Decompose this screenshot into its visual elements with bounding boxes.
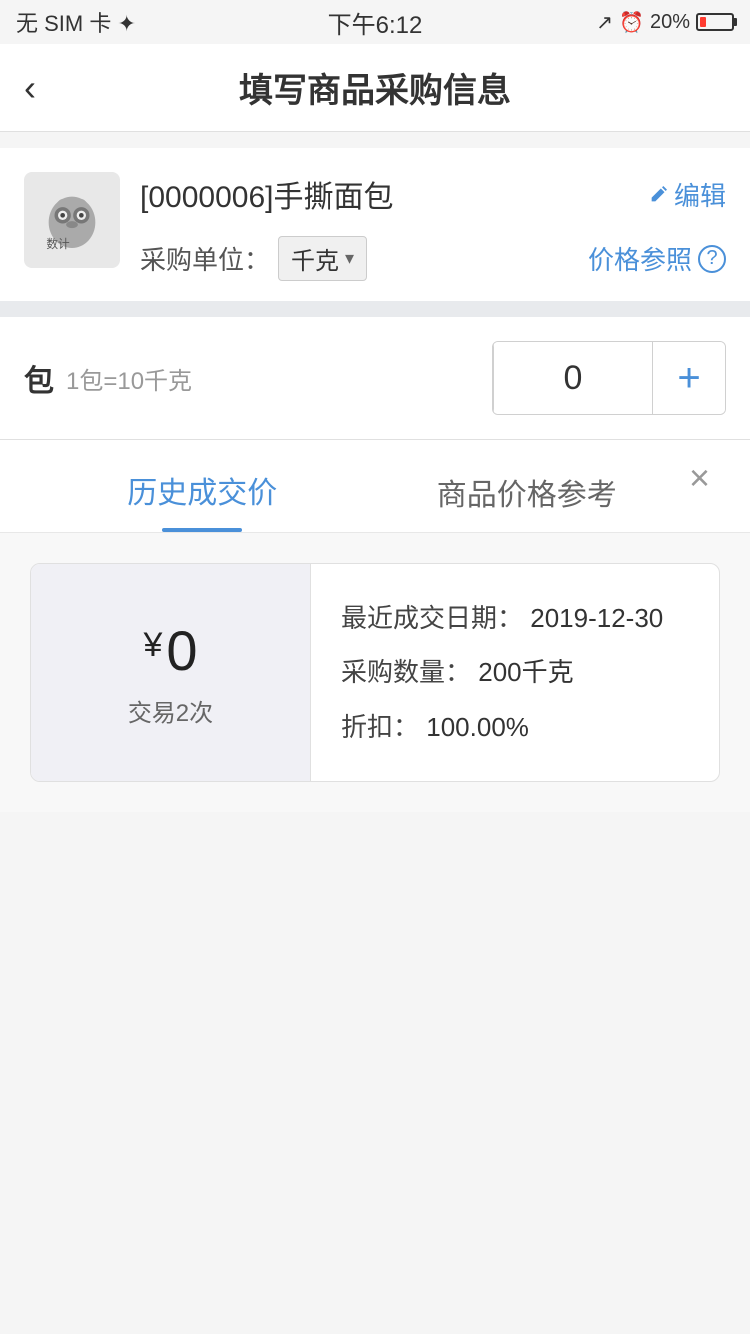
product-name: [0000006]手撕面包 — [140, 172, 393, 216]
price-info-section: ¥ 0 交易2次 最近成交日期： 2019-12-30 采购数量： 200千克 … — [0, 533, 750, 812]
quantity-row: 包 1包=10千克 + — [0, 317, 750, 439]
dropdown-arrow-icon: ▾ — [345, 248, 354, 269]
battery-icon — [696, 13, 734, 31]
quantity-input-group: + — [492, 341, 726, 415]
recent-date-label: 最近成交日期： — [341, 603, 523, 633]
edit-button[interactable]: 编辑 — [648, 176, 726, 213]
tab-history-price[interactable]: 历史成交价 — [40, 440, 364, 532]
owl-logo: 数计 — [37, 185, 107, 255]
price-card: ¥ 0 交易2次 最近成交日期： 2019-12-30 采购数量： 200千克 … — [30, 563, 720, 782]
battery-percent: 20% — [650, 11, 690, 34]
status-time: 下午6:12 — [328, 5, 423, 40]
back-button[interactable]: ‹ — [24, 67, 36, 109]
currency-symbol: ¥ — [143, 626, 162, 665]
price-reference-button[interactable]: 价格参照 ? — [588, 240, 726, 277]
discount-row: 折扣： 100.00% — [341, 709, 689, 745]
recent-date-value: 2019-12-30 — [530, 603, 663, 633]
quantity-conversion: 1包=10千克 — [66, 361, 192, 396]
quantity-unit-badge: 包 — [24, 356, 54, 400]
quantity-plus-button[interactable]: + — [653, 342, 725, 414]
trade-count: 交易2次 — [128, 693, 213, 728]
purchase-qty-row: 采购数量： 200千克 — [341, 654, 689, 690]
status-right: ↗ ⏰ 20% — [596, 10, 734, 35]
recent-date-row: 最近成交日期： 2019-12-30 — [341, 600, 689, 636]
tab-history-price-label: 历史成交价 — [127, 468, 277, 512]
page-title: 填写商品采购信息 — [239, 63, 511, 112]
price-value: 0 — [166, 618, 197, 683]
quantity-unit-info: 包 1包=10千克 — [24, 356, 192, 400]
product-card: 数计 [0000006]手撕面包 编辑 采购单位： 千克 ▾ — [0, 148, 750, 301]
product-name-row: [0000006]手撕面包 编辑 — [140, 172, 726, 216]
discount-label: 折扣： — [341, 712, 419, 742]
price-left-panel: ¥ 0 交易2次 — [31, 564, 311, 781]
product-thumbnail: 数计 — [24, 172, 120, 268]
tab-close-button[interactable]: × — [689, 457, 710, 515]
purchase-qty-value: 200千克 — [478, 657, 573, 687]
section-divider — [0, 301, 750, 317]
quantity-input[interactable] — [493, 342, 653, 414]
unit-label: 采购单位： — [140, 240, 270, 277]
bottom-panel: 历史成交价 商品价格参考 × ¥ 0 交易2次 最近成交日期： 2019-12-… — [0, 439, 750, 812]
price-ref-label: 价格参照 — [588, 240, 692, 277]
status-bar: 无 SIM 卡 ✦ 下午6:12 ↗ ⏰ 20% — [0, 0, 750, 44]
tab-active-indicator — [162, 528, 242, 532]
product-unit-row: 采购单位： 千克 ▾ 价格参照 ? — [140, 236, 726, 281]
price-right-panel: 最近成交日期： 2019-12-30 采购数量： 200千克 折扣： 100.0… — [311, 564, 719, 781]
unit-select[interactable]: 千克 ▾ — [278, 236, 367, 281]
product-info: [0000006]手撕面包 编辑 采购单位： 千克 ▾ 价格参照 ? — [140, 172, 726, 281]
edit-icon — [648, 183, 670, 205]
status-left: 无 SIM 卡 ✦ — [16, 6, 136, 38]
tab-product-price-ref-label: 商品价格参考 — [437, 470, 617, 514]
tab-product-price-ref[interactable]: 商品价格参考 — [364, 442, 688, 530]
location-icon: ↗ — [596, 10, 613, 35]
help-icon: ? — [698, 245, 726, 273]
alarm-icon: ⏰ — [619, 10, 644, 35]
edit-label: 编辑 — [674, 176, 726, 213]
nav-bar: ‹ 填写商品采购信息 — [0, 44, 750, 132]
purchase-qty-label: 采购数量： — [341, 657, 471, 687]
sim-status: 无 SIM 卡 ✦ — [16, 6, 136, 38]
svg-text:数计: 数计 — [46, 237, 70, 251]
discount-value: 100.00% — [426, 712, 529, 742]
tab-row: 历史成交价 商品价格参考 × — [0, 440, 750, 533]
unit-value: 千克 — [291, 241, 339, 276]
price-amount: ¥ 0 — [143, 618, 197, 683]
